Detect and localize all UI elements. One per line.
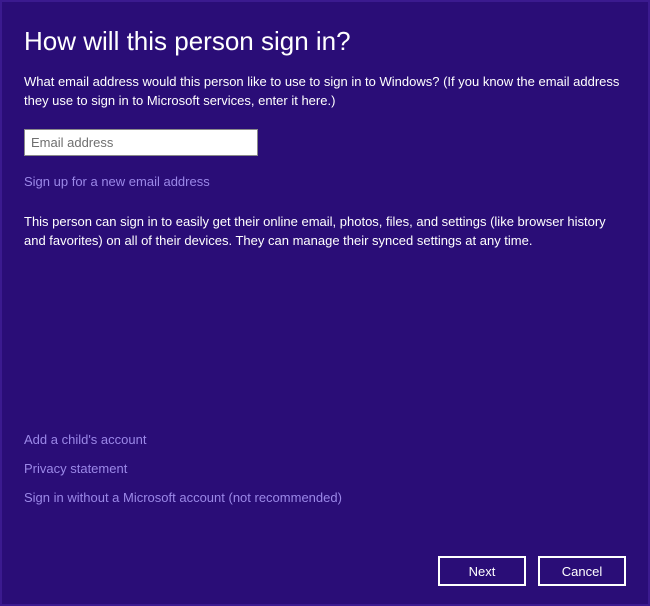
page-title: How will this person sign in? <box>24 26 626 57</box>
instruction-text: What email address would this person lik… <box>24 73 626 111</box>
no-microsoft-link[interactable]: Sign in without a Microsoft account (not… <box>24 490 342 505</box>
privacy-link[interactable]: Privacy statement <box>24 461 342 476</box>
email-input[interactable] <box>24 129 258 156</box>
signup-link[interactable]: Sign up for a new email address <box>24 174 210 189</box>
button-row: Next Cancel <box>438 556 626 586</box>
cancel-button[interactable]: Cancel <box>538 556 626 586</box>
bottom-links: Add a child's account Privacy statement … <box>24 432 342 519</box>
next-button[interactable]: Next <box>438 556 526 586</box>
add-child-link[interactable]: Add a child's account <box>24 432 342 447</box>
info-text: This person can sign in to easily get th… <box>24 213 626 251</box>
